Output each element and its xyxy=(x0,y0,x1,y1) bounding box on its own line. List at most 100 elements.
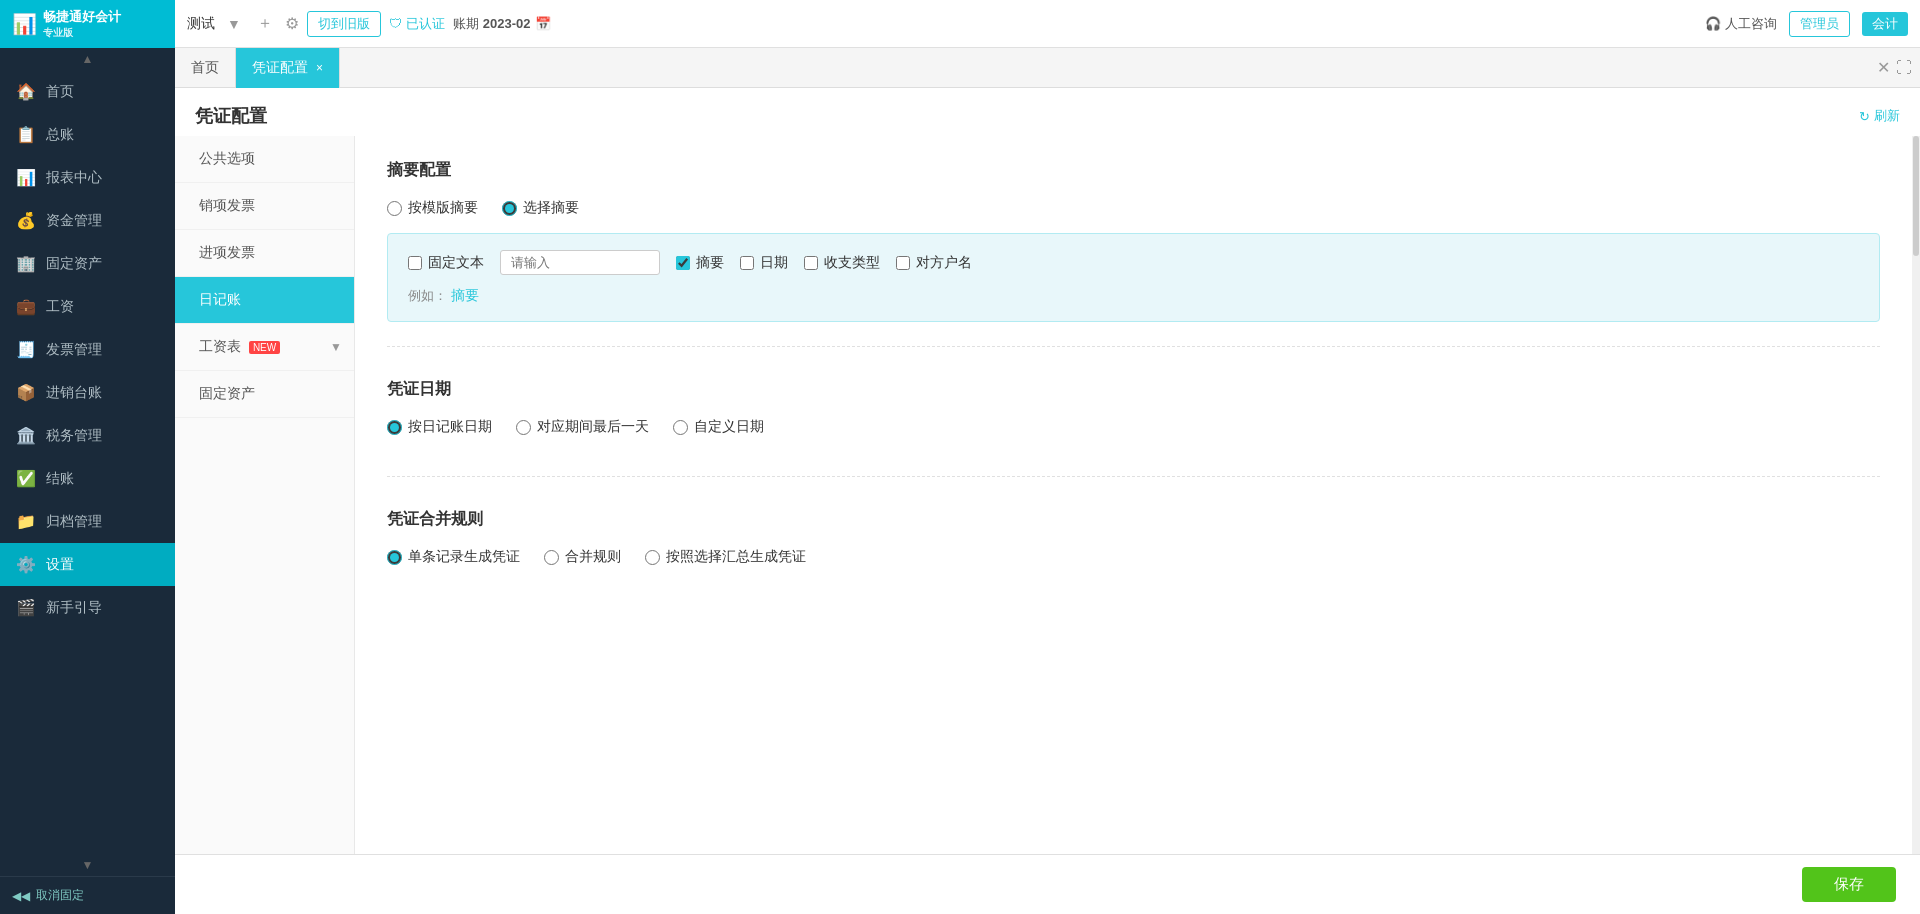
salary-icon: 💼 xyxy=(16,297,36,316)
fixed-text-input[interactable] xyxy=(500,250,660,275)
sidebar-item-purchase-sales[interactable]: 📦 进销台账 xyxy=(0,371,175,414)
page-title: 凭证配置 xyxy=(195,104,267,128)
manager-button[interactable]: 管理员 xyxy=(1789,11,1850,37)
sidebar-item-archive[interactable]: 📁 归档管理 xyxy=(0,500,175,543)
radio-merge-rules[interactable]: 合并规则 xyxy=(544,548,621,566)
radio-summary-input[interactable] xyxy=(645,550,660,565)
consult-button[interactable]: 🎧 人工咨询 xyxy=(1705,15,1777,33)
checkbox-income-type[interactable]: 收支类型 xyxy=(804,254,880,272)
tab-close-button[interactable]: × xyxy=(316,61,323,75)
tab-home[interactable]: 首页 xyxy=(175,48,236,88)
cancel-fixed-button[interactable]: ◀◀ 取消固定 xyxy=(0,876,175,914)
abstract-example: 例如： 摘要 xyxy=(408,287,1859,305)
shield-icon: 🛡 xyxy=(389,16,402,31)
left-nav-sales-invoice[interactable]: 销项发票 xyxy=(175,183,354,230)
checkbox-abstract-input[interactable] xyxy=(676,256,690,270)
sidebar-item-guide[interactable]: 🎬 新手引导 xyxy=(0,586,175,629)
radio-select-abstract[interactable]: 选择摘要 xyxy=(502,199,579,217)
save-button[interactable]: 保存 xyxy=(1802,867,1896,902)
abstract-radio-group: 按模版摘要 选择摘要 xyxy=(387,199,1880,217)
expand-icon[interactable]: ⛶ xyxy=(1896,59,1912,77)
calendar-icon[interactable]: 📅 xyxy=(535,16,551,31)
radio-custom-date-input[interactable] xyxy=(673,420,688,435)
invoice-icon: 🧾 xyxy=(16,340,36,359)
left-nav: 公共选项 销项发票 进项发票 日记账 工资表 NEW ▼ xyxy=(175,136,355,854)
sidebar-item-home[interactable]: 🏠 首页 xyxy=(0,70,175,113)
radio-single-input[interactable] xyxy=(387,550,402,565)
archive-icon: 📁 xyxy=(16,512,36,531)
add-icon[interactable]: ＋ xyxy=(257,13,273,34)
radio-single-record[interactable]: 单条记录生成凭证 xyxy=(387,548,520,566)
close-window-icon[interactable]: ✕ xyxy=(1877,58,1890,77)
radio-journal-date[interactable]: 按日记账日期 xyxy=(387,418,492,436)
sidebar-item-settings[interactable]: ⚙️ 设置 xyxy=(0,543,175,586)
radio-period-last[interactable]: 对应期间最后一天 xyxy=(516,418,649,436)
left-nav-journal[interactable]: 日记账 xyxy=(175,277,354,324)
radio-summary-generate[interactable]: 按照选择汇总生成凭证 xyxy=(645,548,806,566)
sidebar-item-tax[interactable]: 🏛️ 税务管理 xyxy=(0,414,175,457)
right-scrollbar[interactable] xyxy=(1912,136,1920,854)
accountant-button[interactable]: 会计 xyxy=(1862,12,1908,36)
right-scrollbar-thumb[interactable] xyxy=(1913,136,1919,256)
sidebar-item-funds[interactable]: 💰 资金管理 xyxy=(0,199,175,242)
workspace-name: 测试 xyxy=(187,15,215,33)
assets-icon: 🏢 xyxy=(16,254,36,273)
radio-period-last-input[interactable] xyxy=(516,420,531,435)
abstract-config-box: 固定文本 摘要 日期 xyxy=(387,233,1880,322)
radio-select-input[interactable] xyxy=(502,201,517,216)
sidebar-scroll-up[interactable]: ▲ xyxy=(0,48,175,70)
radio-template-input[interactable] xyxy=(387,201,402,216)
sidebar: ▲ 🏠 首页 📋 总账 📊 报表中心 💰 资金管理 🏢 固定资产 xyxy=(0,48,175,914)
checkbox-counterpart-input[interactable] xyxy=(896,256,910,270)
left-nav-fixed-assets[interactable]: 固定资产 xyxy=(175,371,354,418)
headset-icon: 🎧 xyxy=(1705,16,1721,31)
abstract-config-row: 固定文本 摘要 日期 xyxy=(408,250,1859,275)
sidebar-item-salary[interactable]: 💼 工资 xyxy=(0,285,175,328)
sidebar-scroll: 🏠 首页 📋 总账 📊 报表中心 💰 资金管理 🏢 固定资产 💼 工资 xyxy=(0,70,175,854)
radio-template-abstract[interactable]: 按模版摘要 xyxy=(387,199,478,217)
left-nav-purchase-invoice[interactable]: 进项发票 xyxy=(175,230,354,277)
sidebar-item-assets[interactable]: 🏢 固定资产 xyxy=(0,242,175,285)
new-badge: NEW xyxy=(249,341,280,354)
radio-journal-date-input[interactable] xyxy=(387,420,402,435)
checkbox-fixed-text-input[interactable] xyxy=(408,256,422,270)
tab-voucher-config[interactable]: 凭证配置 × xyxy=(236,48,340,88)
home-icon: 🏠 xyxy=(16,82,36,101)
workspace-dropdown-icon[interactable]: ▼ xyxy=(227,16,241,32)
closing-icon: ✅ xyxy=(16,469,36,488)
right-panel: 摘要配置 按模版摘要 选择摘要 xyxy=(355,136,1912,854)
radio-merge-input[interactable] xyxy=(544,550,559,565)
checkbox-income-type-input[interactable] xyxy=(804,256,818,270)
sidebar-item-closing[interactable]: ✅ 结账 xyxy=(0,457,175,500)
checkbox-fixed-text[interactable]: 固定文本 xyxy=(408,254,484,272)
left-nav-salary-table[interactable]: 工资表 NEW ▼ xyxy=(175,324,354,371)
right-area: 摘要配置 按模版摘要 选择摘要 xyxy=(355,136,1920,854)
page-content: 凭证配置 ↻ 刷新 公共选项 销项发票 进项发票 xyxy=(175,88,1920,854)
checkbox-date-input[interactable] xyxy=(740,256,754,270)
radio-custom-date[interactable]: 自定义日期 xyxy=(673,418,764,436)
tax-icon: 🏛️ xyxy=(16,426,36,445)
refresh-icon: ↻ xyxy=(1859,109,1870,124)
sidebar-item-invoice[interactable]: 🧾 发票管理 xyxy=(0,328,175,371)
sidebar-scroll-down[interactable]: ▼ xyxy=(0,854,175,876)
logo-icon: 📊 xyxy=(12,12,37,36)
checkbox-counterpart[interactable]: 对方户名 xyxy=(896,254,972,272)
header-right: 🎧 人工咨询 管理员 会计 xyxy=(1705,11,1908,37)
sidebar-item-reports[interactable]: 📊 报表中心 xyxy=(0,156,175,199)
sidebar-item-ledger[interactable]: 📋 总账 xyxy=(0,113,175,156)
settings-icon[interactable]: ⚙ xyxy=(285,14,299,33)
checkbox-date[interactable]: 日期 xyxy=(740,254,788,272)
settings-nav-icon: ⚙️ xyxy=(16,555,36,574)
main-layout: ▲ 🏠 首页 📋 总账 📊 报表中心 💰 资金管理 🏢 固定资产 xyxy=(0,48,1920,914)
date-config-section: 凭证日期 按日记账日期 对应期间最后一天 xyxy=(387,379,1880,477)
refresh-button[interactable]: ↻ 刷新 xyxy=(1859,107,1900,125)
old-version-button[interactable]: 切到旧版 xyxy=(307,11,381,37)
abstract-config-section: 摘要配置 按模版摘要 选择摘要 xyxy=(387,160,1880,347)
date-section-title: 凭证日期 xyxy=(387,379,1880,400)
content-area: 首页 凭证配置 × ✕ ⛶ 凭证配置 ↻ 刷新 xyxy=(175,48,1920,914)
left-nav-public[interactable]: 公共选项 xyxy=(175,136,354,183)
ledger-icon: 📋 xyxy=(16,125,36,144)
checkbox-abstract[interactable]: 摘要 xyxy=(676,254,724,272)
merge-section-title: 凭证合并规则 xyxy=(387,509,1880,530)
verified-badge: 🛡 已认证 xyxy=(389,15,445,33)
